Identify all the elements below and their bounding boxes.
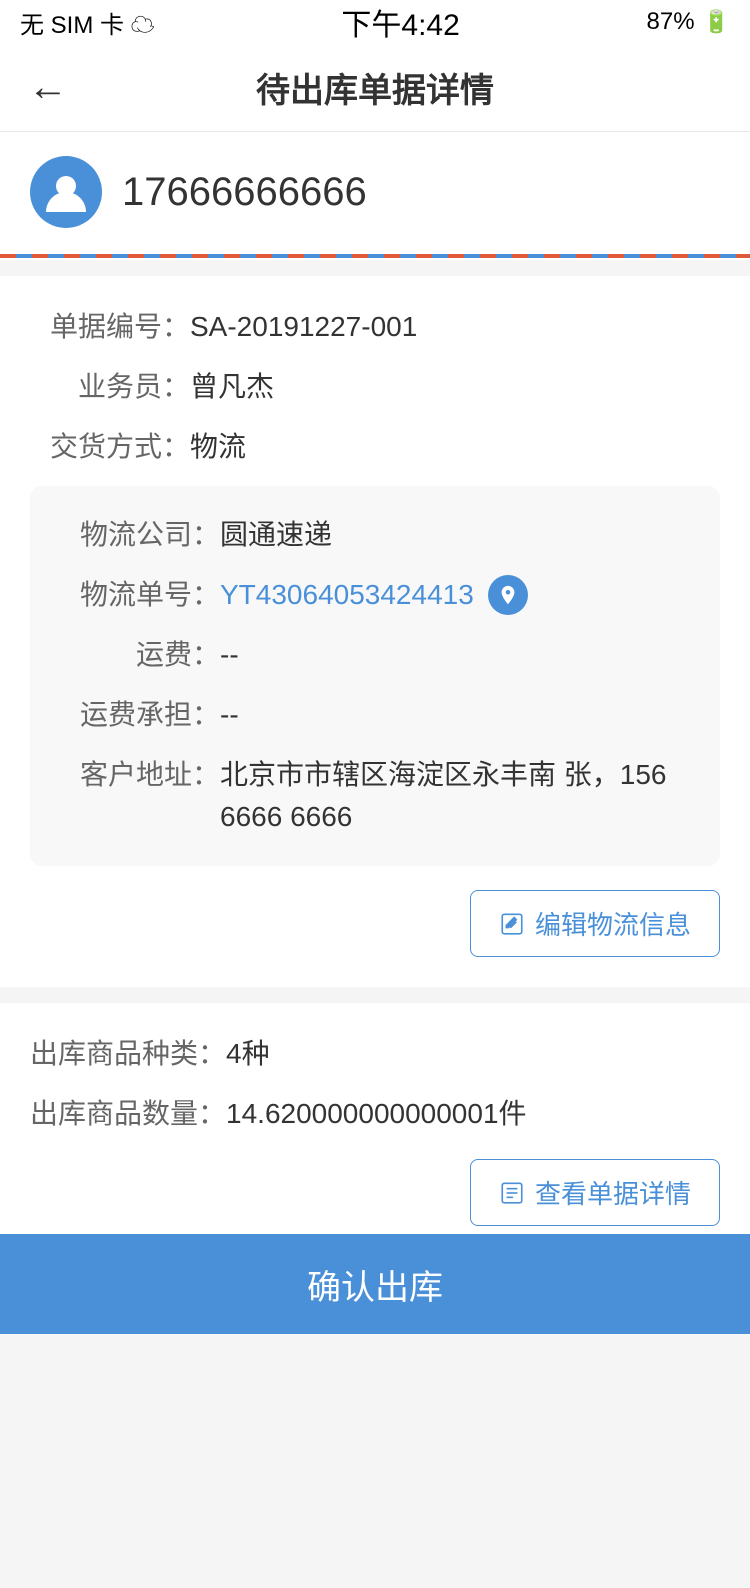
qty-row: 出库商品数量： 14.620000000000001件 <box>30 1093 720 1135</box>
delivery-row: 交货方式： 物流 <box>30 426 720 468</box>
type-label: 出库商品种类： <box>30 1033 226 1075</box>
tracking-label: 物流单号： <box>60 574 220 616</box>
freight-value: -- <box>220 634 690 676</box>
page-title: 待出库单据详情 <box>256 63 494 112</box>
confirm-btn-label: 确认出库 <box>307 1260 443 1309</box>
freight-row: 运费： -- <box>60 634 690 676</box>
basic-info-section: 单据编号： SA-20191227-001 业务员： 曾凡杰 交货方式： 物流 … <box>0 276 750 987</box>
tracking-value: YT43064053424413 <box>220 574 690 616</box>
freight-bear-label: 运费承担： <box>60 694 220 736</box>
dashed-divider <box>0 252 750 260</box>
address-row: 客户地址： 北京市市辖区海淀区永丰南 张，156 6666 6666 <box>60 754 690 838</box>
nav-bar: ← 待出库单据详情 <box>0 44 750 132</box>
type-value: 4种 <box>226 1033 720 1075</box>
doc-no-row: 单据编号： SA-20191227-001 <box>30 306 720 348</box>
user-header: 17666666666 <box>0 132 750 252</box>
status-bar: 无 SIM 卡 ☁ 下午4:42 87% 🔋 <box>0 0 750 44</box>
view-details-label: 查看单据详情 <box>535 1174 691 1211</box>
freight-bear-value: -- <box>220 694 690 736</box>
status-right: 87% 🔋 <box>647 8 730 36</box>
view-details-button[interactable]: 查看单据详情 <box>470 1159 720 1226</box>
delivery-label: 交货方式： <box>30 426 190 468</box>
status-left: 无 SIM 卡 ☁ <box>20 5 155 40</box>
confirm-button[interactable]: 确认出库 <box>0 1234 750 1334</box>
view-btn-row: 查看单据详情 <box>30 1159 720 1226</box>
edit-btn-row: 编辑物流信息 <box>30 890 720 957</box>
sim-wifi-text: 无 SIM 卡 ☁ <box>20 5 155 40</box>
battery-text: 87% <box>647 8 695 36</box>
doc-no-label: 单据编号： <box>30 306 190 348</box>
back-button[interactable]: ← <box>28 65 68 110</box>
sales-value: 曾凡杰 <box>190 366 720 408</box>
type-row: 出库商品种类： 4种 <box>30 1033 720 1075</box>
qty-label: 出库商品数量： <box>30 1093 226 1135</box>
freight-label: 运费： <box>60 634 220 676</box>
edit-logistics-button[interactable]: 编辑物流信息 <box>470 890 720 957</box>
qty-value: 14.620000000000001件 <box>226 1093 720 1135</box>
doc-no-value: SA-20191227-001 <box>190 306 720 348</box>
sales-row: 业务员： 曾凡杰 <box>30 366 720 408</box>
delivery-value: 物流 <box>190 426 720 468</box>
user-phone: 17666666666 <box>122 170 367 215</box>
location-icon[interactable] <box>488 575 528 615</box>
logistics-company-row: 物流公司： 圆通速递 <box>60 514 690 556</box>
logistics-card: 物流公司： 圆通速递 物流单号： YT43064053424413 运费： --… <box>30 486 720 866</box>
stats-section: 出库商品种类： 4种 出库商品数量： 14.620000000000001件 查… <box>0 1003 750 1256</box>
address-value: 北京市市辖区海淀区永丰南 张，156 6666 6666 <box>220 754 690 838</box>
logistics-company-label: 物流公司： <box>60 514 220 556</box>
edit-logistics-label: 编辑物流信息 <box>535 905 691 942</box>
logistics-company-value: 圆通速递 <box>220 514 690 556</box>
sales-label: 业务员： <box>30 366 190 408</box>
freight-bear-row: 运费承担： -- <box>60 694 690 736</box>
avatar <box>30 156 102 228</box>
tracking-row: 物流单号： YT43064053424413 <box>60 574 690 616</box>
address-label: 客户地址： <box>60 754 220 796</box>
status-time: 下午4:42 <box>341 0 459 44</box>
battery-icon: 🔋 <box>703 9 730 35</box>
bottom-spacer <box>0 1472 750 1588</box>
